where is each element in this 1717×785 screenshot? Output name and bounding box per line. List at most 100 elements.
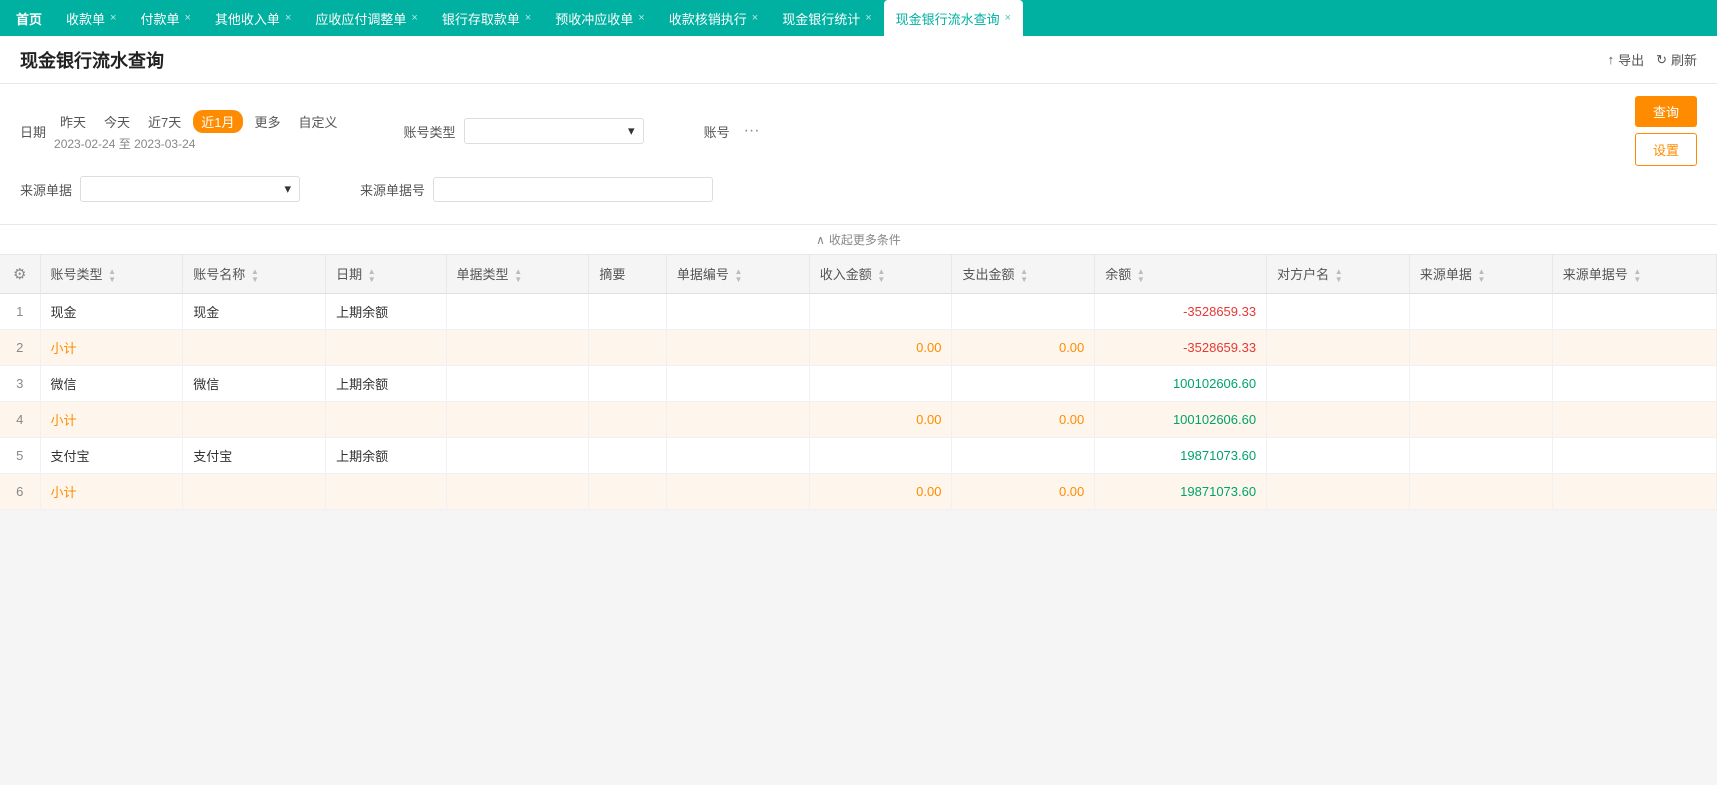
cell-income: 0.00 (809, 473, 952, 509)
close-icon-prepay[interactable]: × (638, 12, 644, 24)
cell-source-doc (1409, 473, 1552, 509)
cell-expense: 0.00 (952, 401, 1095, 437)
date-btn-yesterday[interactable]: 昨天 (54, 110, 92, 133)
close-icon-fudan[interactable]: × (184, 12, 190, 24)
sort-balance-icon[interactable]: ▲▼ (1137, 268, 1145, 284)
table-header-row: ⚙ 账号类型 ▲▼ 账号名称 ▲▼ 日期 ▲▼ 单据类型 ▲▼ (0, 255, 1717, 293)
filter-row-2: 来源单据 ▾ 来源单据号 (20, 176, 1697, 202)
table-row[interactable]: 2 小计 0.00 0.00 -3528659.33 (0, 329, 1717, 365)
date-btn-today[interactable]: 今天 (98, 110, 136, 133)
cell-id: 4 (0, 401, 40, 437)
sort-account-name-icon[interactable]: ▲▼ (251, 268, 259, 284)
gear-icon[interactable]: ⚙ (13, 266, 26, 283)
date-btn-1month[interactable]: 近1月 (193, 110, 242, 133)
sort-source-doc-no-icon[interactable]: ▲▼ (1633, 268, 1641, 284)
source-doc-no-input[interactable] (433, 177, 713, 202)
cell-date: 上期余额 (326, 293, 446, 329)
table-row[interactable]: 6 小计 0.00 0.00 19871073.60 (0, 473, 1717, 509)
cell-income (809, 365, 952, 401)
close-icon-bank-flow[interactable]: × (1005, 12, 1011, 24)
account-label: 账号 (704, 122, 730, 141)
cell-date (326, 329, 446, 365)
cell-account-name: 微信 (183, 365, 326, 401)
nav-home[interactable]: 首页 (4, 0, 54, 36)
page-title: 现金银行流水查询 (20, 47, 164, 73)
cell-account-type: 小计 (40, 329, 183, 365)
date-btn-more[interactable]: 更多 (249, 110, 287, 133)
column-source-doc-no: 来源单据号 ▲▼ (1552, 255, 1716, 293)
nav-tab-receivable-exec[interactable]: 收款核销执行 × (657, 0, 770, 36)
sort-date-icon[interactable]: ▲▼ (368, 268, 376, 284)
cell-counterpart (1267, 329, 1410, 365)
nav-tab-adjustment[interactable]: 应收应付调整单 × (303, 0, 429, 36)
sort-source-doc-icon[interactable]: ▲▼ (1478, 268, 1486, 284)
source-doc-select[interactable]: ▾ (80, 176, 300, 202)
close-icon-bank-stats[interactable]: × (865, 12, 871, 24)
cell-source-doc (1409, 293, 1552, 329)
column-doc-type: 单据类型 ▲▼ (446, 255, 589, 293)
cell-date: 上期余额 (326, 365, 446, 401)
account-filter-group: 账号 ··· (704, 122, 766, 141)
cell-source-doc (1409, 401, 1552, 437)
query-button[interactable]: 查询 (1635, 96, 1697, 127)
cell-counterpart (1267, 437, 1410, 473)
cell-doc-type (446, 437, 589, 473)
cell-counterpart (1267, 401, 1410, 437)
sort-doc-type-icon[interactable]: ▲▼ (514, 268, 522, 284)
sort-account-type-icon[interactable]: ▲▼ (108, 268, 116, 284)
nav-tab-prepay[interactable]: 预收冲应收单 × (543, 0, 656, 36)
nav-tab-bank-deposit[interactable]: 银行存取款单 × (430, 0, 543, 36)
cell-counterpart (1267, 473, 1410, 509)
cell-source-doc-no (1552, 365, 1716, 401)
cell-income: 0.00 (809, 329, 952, 365)
table-row[interactable]: 3 微信 微信 上期余额 100102606.60 (0, 365, 1717, 401)
cell-balance: 100102606.60 (1095, 365, 1267, 401)
collapse-icon: ∧ (816, 233, 825, 247)
cell-id: 3 (0, 365, 40, 401)
cell-id: 2 (0, 329, 40, 365)
table-row[interactable]: 1 现金 现金 上期余额 -3528659.33 (0, 293, 1717, 329)
chevron-down-icon: ▾ (628, 123, 635, 139)
collapse-bar[interactable]: ∧ 收起更多条件 (0, 225, 1717, 255)
header-actions: ↑ 导出 ↻ 刷新 (1608, 50, 1697, 69)
cell-summary (589, 329, 667, 365)
export-button[interactable]: ↑ 导出 (1608, 50, 1645, 69)
cell-account-name (183, 473, 326, 509)
cell-account-name: 支付宝 (183, 437, 326, 473)
close-icon-shoudan[interactable]: × (110, 12, 116, 24)
cell-doc-type (446, 293, 589, 329)
close-icon-bank-deposit[interactable]: × (525, 12, 531, 24)
close-icon-other-income[interactable]: × (285, 12, 291, 24)
close-icon-adjustment[interactable]: × (411, 12, 417, 24)
nav-tab-bank-flow[interactable]: 现金银行流水查询 × (884, 0, 1023, 36)
column-income: 收入金额 ▲▼ (809, 255, 952, 293)
nav-tab-bank-stats[interactable]: 现金银行统计 × (770, 0, 883, 36)
nav-tab-fudan[interactable]: 付款单 × (128, 0, 202, 36)
nav-tab-shoudan[interactable]: 收款单 × (54, 0, 128, 36)
sort-income-icon[interactable]: ▲▼ (877, 268, 885, 284)
column-expense: 支出金额 ▲▼ (952, 255, 1095, 293)
settings-button[interactable]: 设置 (1635, 133, 1697, 166)
refresh-button[interactable]: ↻ 刷新 (1656, 50, 1697, 69)
date-btn-custom[interactable]: 自定义 (293, 110, 344, 133)
table-row[interactable]: 4 小计 0.00 0.00 100102606.60 (0, 401, 1717, 437)
date-label: 日期 (20, 122, 46, 141)
cell-date: 上期余额 (326, 437, 446, 473)
date-btn-7days[interactable]: 近7天 (142, 110, 187, 133)
account-type-select[interactable]: ▾ (464, 118, 644, 144)
cell-source-doc (1409, 329, 1552, 365)
cell-account-name (183, 401, 326, 437)
sort-expense-icon[interactable]: ▲▼ (1020, 268, 1028, 284)
data-table: ⚙ 账号类型 ▲▼ 账号名称 ▲▼ 日期 ▲▼ 单据类型 ▲▼ (0, 255, 1717, 510)
cell-doc-no (666, 365, 809, 401)
nav-tab-other-income[interactable]: 其他收入单 × (203, 0, 303, 36)
account-dots[interactable]: ··· (738, 122, 766, 140)
table-row[interactable]: 5 支付宝 支付宝 上期余额 19871073.60 (0, 437, 1717, 473)
sort-counterpart-icon[interactable]: ▲▼ (1335, 268, 1343, 284)
column-balance: 余额 ▲▼ (1095, 255, 1267, 293)
column-account-type: 账号类型 ▲▼ (40, 255, 183, 293)
cell-source-doc-no (1552, 401, 1716, 437)
cell-income (809, 437, 952, 473)
sort-doc-no-icon[interactable]: ▲▼ (735, 268, 743, 284)
close-icon-receivable-exec[interactable]: × (752, 12, 758, 24)
